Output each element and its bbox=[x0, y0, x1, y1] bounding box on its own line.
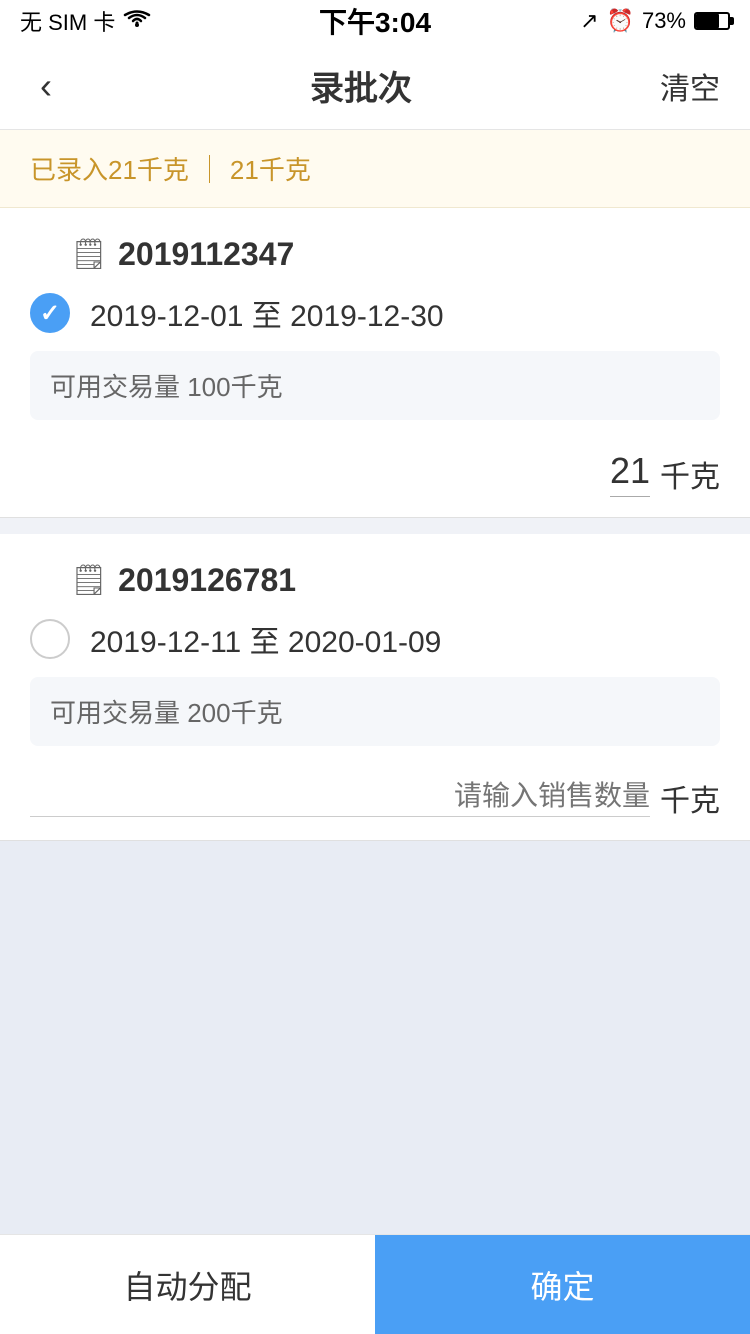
summary-total: 21千克 bbox=[230, 150, 311, 187]
batch-1-date: 2019-12-01 至 2019-12-30 bbox=[90, 291, 444, 335]
status-time: 下午3:04 bbox=[319, 1, 431, 41]
battery-percent: 73% bbox=[642, 8, 686, 34]
alarm-icon: ⏰ bbox=[607, 8, 634, 34]
batch-1-id: 2019112347 bbox=[118, 236, 294, 273]
batch-2-header: 🗒 2019126781 bbox=[0, 534, 750, 609]
batch-1-icon: 🗒 bbox=[70, 237, 108, 272]
batch-1-quantity-row: 21 千克 bbox=[0, 440, 750, 518]
batch-2-input-underline bbox=[30, 780, 650, 817]
status-left: 无 SIM 卡 bbox=[20, 5, 151, 37]
batch-1-quantity-unit: 千克 bbox=[660, 452, 720, 496]
carrier-text: 无 SIM 卡 bbox=[20, 5, 115, 37]
batch-2-date: 2019-12-11 至 2020-01-09 bbox=[90, 617, 441, 661]
summary-divider bbox=[209, 155, 210, 183]
battery-icon bbox=[694, 12, 730, 30]
nav-bar: ‹ 录批次 清空 bbox=[0, 42, 750, 130]
summary-bar: 已录入21千克 21千克 bbox=[0, 130, 750, 208]
status-right: ↗ ⏰ 73% bbox=[580, 8, 730, 34]
batch-2-radio[interactable] bbox=[30, 619, 70, 659]
batch-2-quantity-unit: 千克 bbox=[660, 776, 720, 820]
clear-button[interactable]: 清空 bbox=[660, 64, 720, 108]
summary-recorded: 已录入21千克 bbox=[30, 150, 189, 187]
section-separator-1 bbox=[0, 518, 750, 534]
batch-1-header: 🗒 2019112347 bbox=[0, 208, 750, 283]
batch-card-1: 🗒 2019112347 2019-12-01 至 2019-12-30 可用交… bbox=[0, 208, 750, 518]
batch-card-2: 🗒 2019126781 2019-12-11 至 2020-01-09 可用交… bbox=[0, 534, 750, 841]
content-area: 🗒 2019112347 2019-12-01 至 2019-12-30 可用交… bbox=[0, 208, 750, 1301]
bottom-bar: 自动分配 确定 bbox=[0, 1234, 750, 1334]
batch-1-radio[interactable] bbox=[30, 293, 70, 333]
batch-1-date-row[interactable]: 2019-12-01 至 2019-12-30 bbox=[0, 283, 750, 343]
page-title: 录批次 bbox=[310, 61, 412, 110]
auto-distribute-button[interactable]: 自动分配 bbox=[0, 1235, 375, 1334]
confirm-button[interactable]: 确定 bbox=[375, 1235, 750, 1334]
empty-area bbox=[0, 841, 750, 1301]
location-icon: ↗ bbox=[580, 8, 598, 34]
batch-2-icon: 🗒 bbox=[70, 563, 108, 598]
status-bar: 无 SIM 卡 下午3:04 ↗ ⏰ 73% bbox=[0, 0, 750, 42]
back-button[interactable]: ‹ bbox=[30, 55, 62, 117]
batch-2-availability: 可用交易量 200千克 bbox=[30, 677, 720, 746]
batch-1-quantity-underline: 21 bbox=[610, 450, 650, 497]
batch-2-quantity-input[interactable] bbox=[30, 780, 650, 812]
batch-1-availability: 可用交易量 100千克 bbox=[30, 351, 720, 420]
batch-2-date-row[interactable]: 2019-12-11 至 2020-01-09 bbox=[0, 609, 750, 669]
wifi-icon bbox=[123, 8, 151, 34]
batch-2-quantity-row: 千克 bbox=[0, 766, 750, 841]
batch-2-id: 2019126781 bbox=[118, 562, 296, 599]
batch-1-quantity-value: 21 bbox=[610, 450, 650, 492]
